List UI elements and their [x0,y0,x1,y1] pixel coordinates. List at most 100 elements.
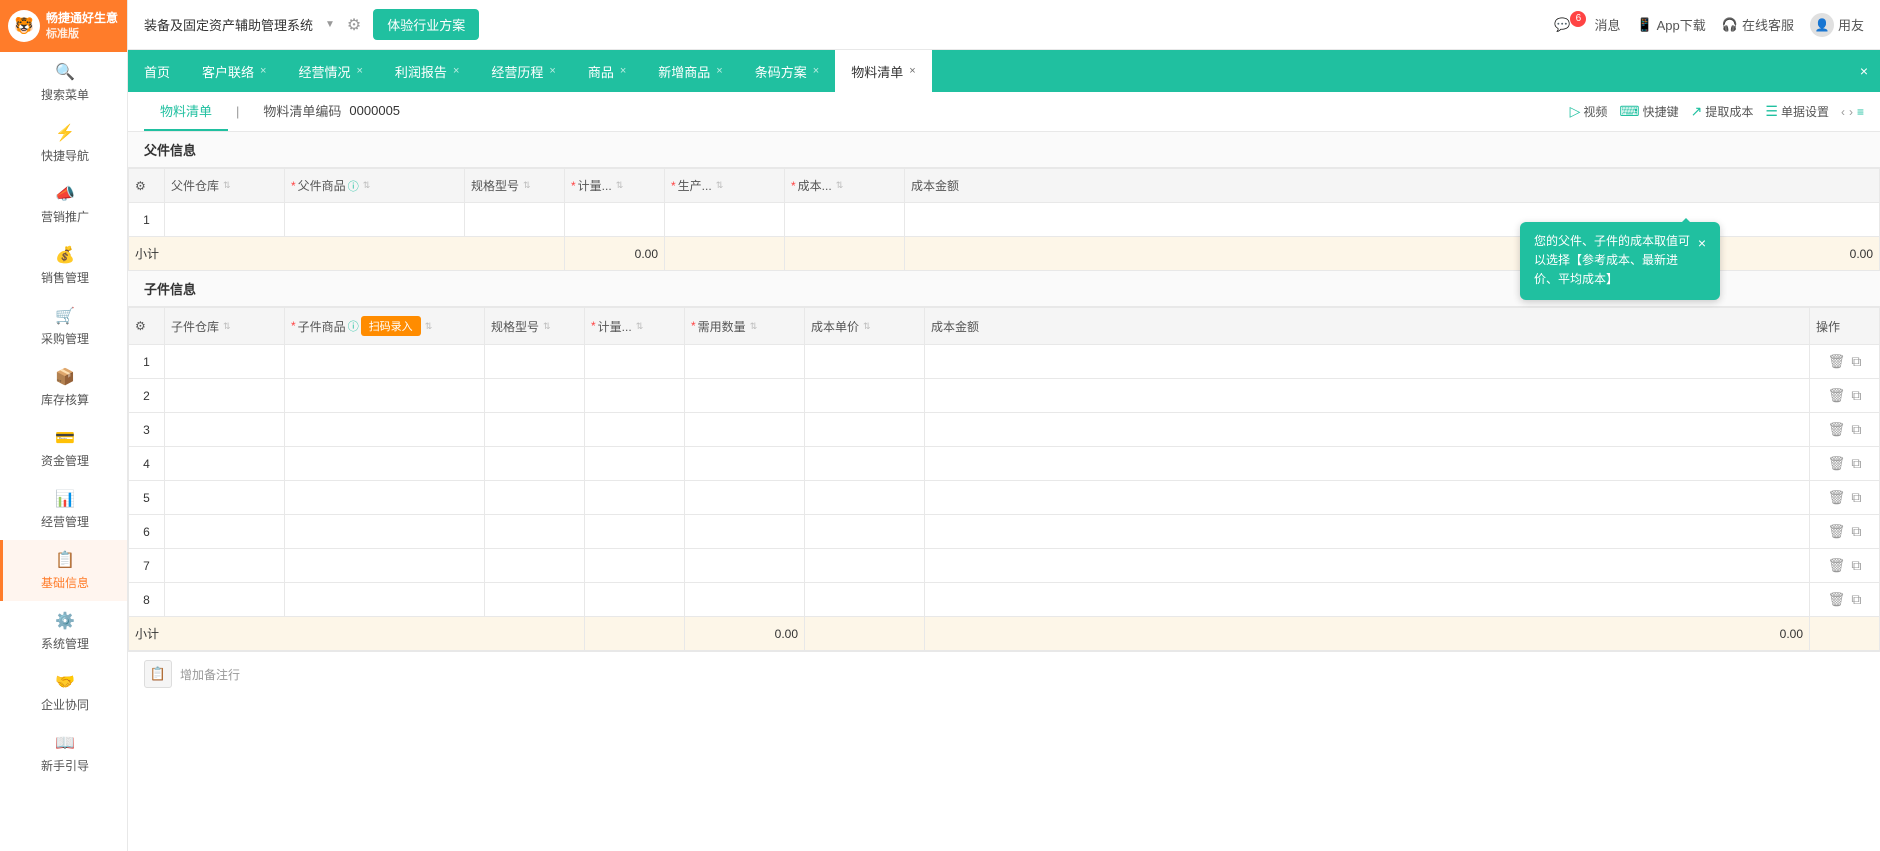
child-row-4-unit[interactable] [585,447,685,481]
sidebar-item-sales[interactable]: 💰 销售管理 [0,235,127,296]
parent-row-1-production[interactable] [665,203,785,237]
nav-tab-profit[interactable]: 利润报告 × [379,50,475,92]
child-row-4-qty[interactable] [685,447,805,481]
nav-tab-bom[interactable]: 物料清单 × [835,50,931,92]
close-goods-tab[interactable]: × [620,65,626,77]
child-row-5-spec[interactable] [485,481,585,515]
delete-row-6-icon[interactable]: 🗑 [1828,523,1846,540]
parent-row-1-unit[interactable] [565,203,665,237]
child-row-2-unit[interactable] [585,379,685,413]
app-download-item[interactable]: 📱 App下载 [1636,15,1705,34]
child-row-3-unit-cost[interactable] [805,413,925,447]
child-row-3-goods[interactable] [285,413,485,447]
child-row-1-spec[interactable] [485,345,585,379]
parent-row-1-cost[interactable] [785,203,905,237]
sidebar-item-system[interactable]: ⚙️ 系统管理 [0,601,127,662]
child-row-2-goods[interactable] [285,379,485,413]
copy-row-5-icon[interactable]: ⧉ [1851,489,1861,506]
close-profit-tab[interactable]: × [453,65,459,77]
child-row-1-amount[interactable] [925,345,1810,379]
child-row-6-unit[interactable] [585,515,685,549]
child-row-4-amount[interactable] [925,447,1810,481]
child-row-6-amount[interactable] [925,515,1810,549]
child-row-1-unit-cost[interactable] [805,345,925,379]
user-item[interactable]: 👤 用友 [1810,13,1864,37]
scan-button[interactable]: 扫码录入 [361,316,421,336]
delete-row-2-icon[interactable]: 🗑 [1828,387,1846,404]
copy-row-4-icon[interactable]: ⧉ [1851,455,1861,472]
child-row-5-warehouse[interactable] [165,481,285,515]
system-dropdown-arrow[interactable]: ▼ [325,19,335,30]
child-row-5-amount[interactable] [925,481,1810,515]
child-row-5-goods[interactable] [285,481,485,515]
child-row-7-goods[interactable] [285,549,485,583]
copy-row-3-icon[interactable]: ⧉ [1851,421,1861,438]
child-row-7-warehouse[interactable] [165,549,285,583]
tooltip-close-button[interactable]: × [1698,232,1706,254]
child-row-1-qty[interactable] [685,345,805,379]
nav-tab-history[interactable]: 经营历程 × [475,50,571,92]
child-row-7-amount[interactable] [925,549,1810,583]
view-button[interactable]: ▷ 视频 [1570,103,1608,120]
child-row-4-spec[interactable] [485,447,585,481]
sidebar-item-collab[interactable]: 🤝 企业协同 [0,662,127,723]
delete-row-1-icon[interactable]: 🗑 [1828,353,1846,370]
child-row-7-unit-cost[interactable] [805,549,925,583]
close-bom-tab[interactable]: × [909,65,915,77]
sidebar-item-operations[interactable]: 📊 经营管理 [0,479,127,540]
child-row-1-unit[interactable] [585,345,685,379]
delete-row-5-icon[interactable]: 🗑 [1828,489,1846,506]
parent-row-1-amount[interactable] [905,203,1880,237]
copy-row-8-icon[interactable]: ⧉ [1851,591,1861,608]
copy-row-6-icon[interactable]: ⧉ [1851,523,1861,540]
global-close-button[interactable]: × [1848,63,1880,79]
sub-tab-bom-list[interactable]: 物料清单 [144,92,228,131]
sidebar-item-search[interactable]: 🔍 搜索菜单 [0,52,127,113]
sidebar-item-inventory[interactable]: 📦 库存核算 [0,357,127,418]
shortcut-button[interactable]: ⌨ 快捷键 [1619,103,1678,120]
parent-row-1-warehouse[interactable] [165,203,285,237]
prev-page-btn[interactable]: ‹ [1841,105,1845,119]
child-row-6-qty[interactable] [685,515,805,549]
add-row-button[interactable]: 📋 [144,660,172,688]
parent-row-1-goods[interactable] [285,203,465,237]
close-history-tab[interactable]: × [549,65,555,77]
online-service-item[interactable]: 🎧 在线客服 [1722,15,1794,34]
extract-cost-button[interactable]: ↗ 提取成本 [1691,103,1754,120]
next-page-btn[interactable]: › [1849,105,1853,119]
child-row-8-spec[interactable] [485,583,585,617]
sidebar-item-guide[interactable]: 📖 新手引导 [0,723,127,784]
child-row-3-qty[interactable] [685,413,805,447]
trial-button[interactable]: 体验行业方案 [373,9,479,40]
child-row-8-warehouse[interactable] [165,583,285,617]
child-row-5-qty[interactable] [685,481,805,515]
single-setting-button[interactable]: ☰ 单据设置 [1765,103,1829,120]
sidebar-item-marketing[interactable]: 📣 营销推广 [0,174,127,235]
nav-tab-operations[interactable]: 经营情况 × [282,50,378,92]
child-row-7-qty[interactable] [685,549,805,583]
copy-row-1-icon[interactable]: ⧉ [1851,353,1861,370]
delete-row-8-icon[interactable]: 🗑 [1828,591,1846,608]
child-row-2-unit-cost[interactable] [805,379,925,413]
sidebar-item-basic-info[interactable]: 📋 基础信息 [0,540,127,601]
child-row-6-spec[interactable] [485,515,585,549]
child-row-8-amount[interactable] [925,583,1810,617]
close-barcode-tab[interactable]: × [813,65,819,77]
delete-row-4-icon[interactable]: 🗑 [1828,455,1846,472]
copy-row-2-icon[interactable]: ⧉ [1851,387,1861,404]
delete-row-3-icon[interactable]: 🗑 [1828,421,1846,438]
close-new-goods-tab[interactable]: × [716,65,722,77]
child-row-7-spec[interactable] [485,549,585,583]
settings-icon[interactable]: ⚙ [347,15,361,35]
sidebar-item-purchase[interactable]: 🛒 采购管理 [0,296,127,357]
sidebar-item-quicknav[interactable]: ⚡ 快捷导航 [0,113,127,174]
child-row-5-unit-cost[interactable] [805,481,925,515]
child-row-6-warehouse[interactable] [165,515,285,549]
copy-row-7-icon[interactable]: ⧉ [1851,557,1861,574]
child-row-4-warehouse[interactable] [165,447,285,481]
nav-tab-goods[interactable]: 商品 × [572,50,642,92]
child-row-2-qty[interactable] [685,379,805,413]
nav-tab-home[interactable]: 首页 [128,50,186,92]
child-row-3-amount[interactable] [925,413,1810,447]
child-row-8-qty[interactable] [685,583,805,617]
